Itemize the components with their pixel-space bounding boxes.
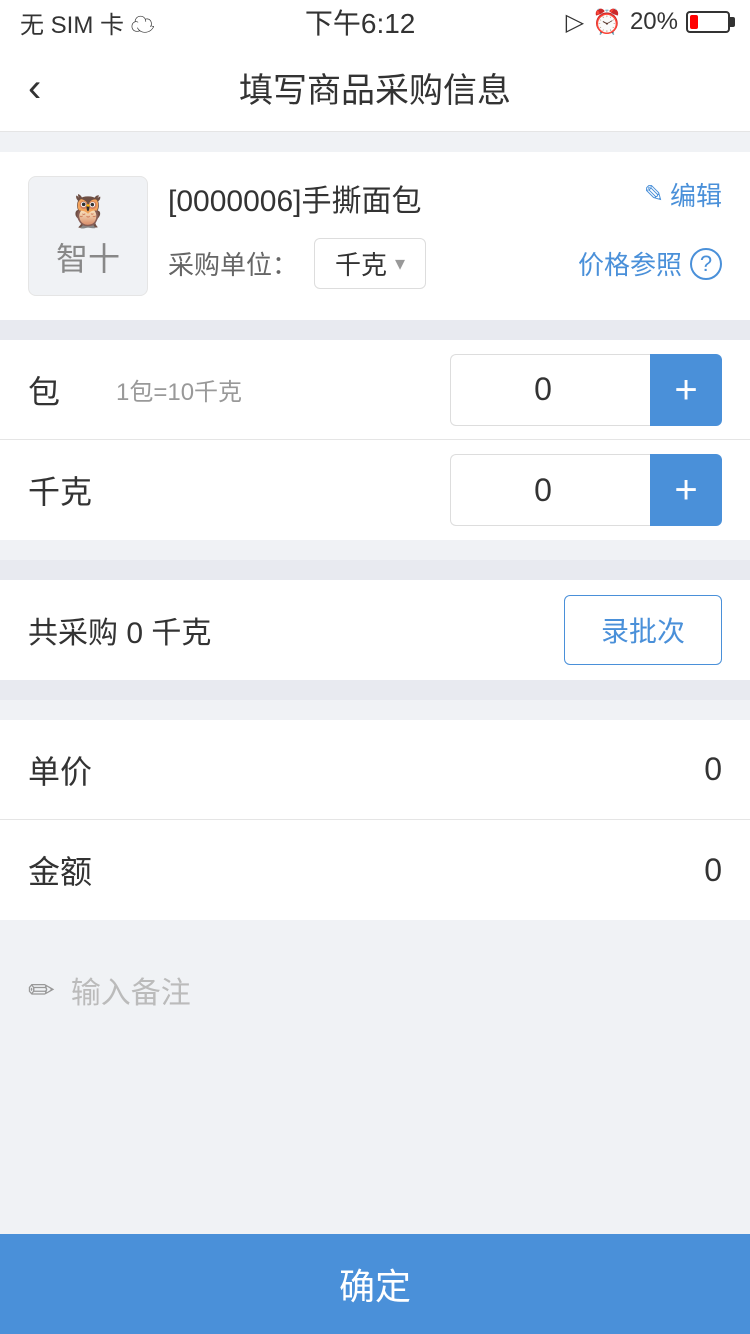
bao-label: 包 [28, 367, 108, 413]
nav-bar: ‹ 填写商品采购信息 [0, 44, 750, 132]
status-right: ▷ ⏰ 20% [566, 8, 730, 37]
kg-label: 千克 [28, 467, 108, 513]
divider-2 [0, 560, 750, 580]
back-button[interactable]: ‹ [28, 68, 41, 108]
bao-sublabel: 1包=10千克 [116, 372, 242, 407]
bao-input-right: + [450, 354, 722, 426]
status-left: 无 SIM 卡 ☁ [20, 5, 155, 40]
edit-button[interactable]: ✎ 编辑 [644, 176, 722, 213]
purchase-unit-label: 采购单位： [168, 245, 298, 282]
batch-button[interactable]: 录批次 [564, 595, 722, 665]
product-name: [0000006]手撕面包 [168, 176, 421, 220]
divider-3 [0, 680, 750, 700]
note-section[interactable]: ✏ 输入备注 [0, 940, 750, 1040]
location-icon: ▷ [566, 8, 584, 37]
status-bar: 无 SIM 卡 ☁ 下午6:12 ▷ ⏰ 20% [0, 0, 750, 44]
unit-price-label: 单价 [28, 747, 92, 793]
unit-price-value: 0 [704, 751, 722, 788]
price-ref-label: 价格参照 [578, 245, 682, 282]
help-icon: ? [690, 248, 722, 280]
unit-price-row: 单价 0 [0, 720, 750, 820]
kg-input[interactable] [450, 454, 650, 526]
battery-icon [686, 11, 730, 33]
divider-1 [0, 320, 750, 340]
confirm-button[interactable]: 确定 [0, 1234, 750, 1334]
bao-plus-button[interactable]: + [650, 354, 722, 426]
bao-input-row: 包 1包=10千克 + [0, 340, 750, 440]
amount-label: 金额 [28, 847, 92, 893]
amount-row: 金额 0 [0, 820, 750, 920]
owl-icon: 🦉 [68, 192, 108, 230]
product-card: 🦉 智十 [0000006]手撕面包 ✎ 编辑 采购单位： 千克 ▾ 价格参照 … [0, 152, 750, 320]
price-ref-button[interactable]: 价格参照 ? [578, 245, 722, 282]
amount-value: 0 [704, 852, 722, 889]
summary-section: 共采购 0 千克 录批次 [0, 560, 750, 700]
purchase-unit-row: 采购单位： 千克 ▾ 价格参照 ? [168, 238, 722, 289]
input-section: 包 1包=10千克 + 千克 + [0, 340, 750, 540]
battery-label: 20% [630, 8, 678, 36]
edit-label: 编辑 [670, 176, 722, 213]
kg-plus-button[interactable]: + [650, 454, 722, 526]
info-section: 单价 0 金额 0 [0, 720, 750, 920]
note-placeholder: 输入备注 [71, 968, 191, 1012]
unit-value: 千克 [335, 245, 387, 282]
bao-input[interactable] [450, 354, 650, 426]
dropdown-arrow-icon: ▾ [395, 251, 405, 276]
summary-row: 共采购 0 千克 录批次 [0, 580, 750, 680]
page-title: 填写商品采购信息 [239, 63, 511, 112]
edit-icon: ✎ [644, 180, 664, 209]
summary-label: 共采购 0 千克 [28, 608, 211, 652]
status-time: 下午6:12 [305, 2, 416, 42]
sim-label: 无 SIM 卡 ☁ [20, 5, 155, 40]
pencil-icon: ✏ [28, 971, 55, 1009]
logo-text: 智十 [56, 234, 120, 280]
product-logo: 🦉 智十 [56, 192, 120, 280]
kg-input-row: 千克 + [0, 440, 750, 540]
product-info: [0000006]手撕面包 ✎ 编辑 采购单位： 千克 ▾ 价格参照 ? [168, 176, 722, 289]
product-name-row: [0000006]手撕面包 ✎ 编辑 [168, 176, 722, 220]
battery-fill [690, 15, 698, 29]
alarm-icon: ⏰ [592, 8, 622, 37]
kg-input-right: + [450, 454, 722, 526]
unit-dropdown[interactable]: 千克 ▾ [314, 238, 426, 289]
product-image: 🦉 智十 [28, 176, 148, 296]
